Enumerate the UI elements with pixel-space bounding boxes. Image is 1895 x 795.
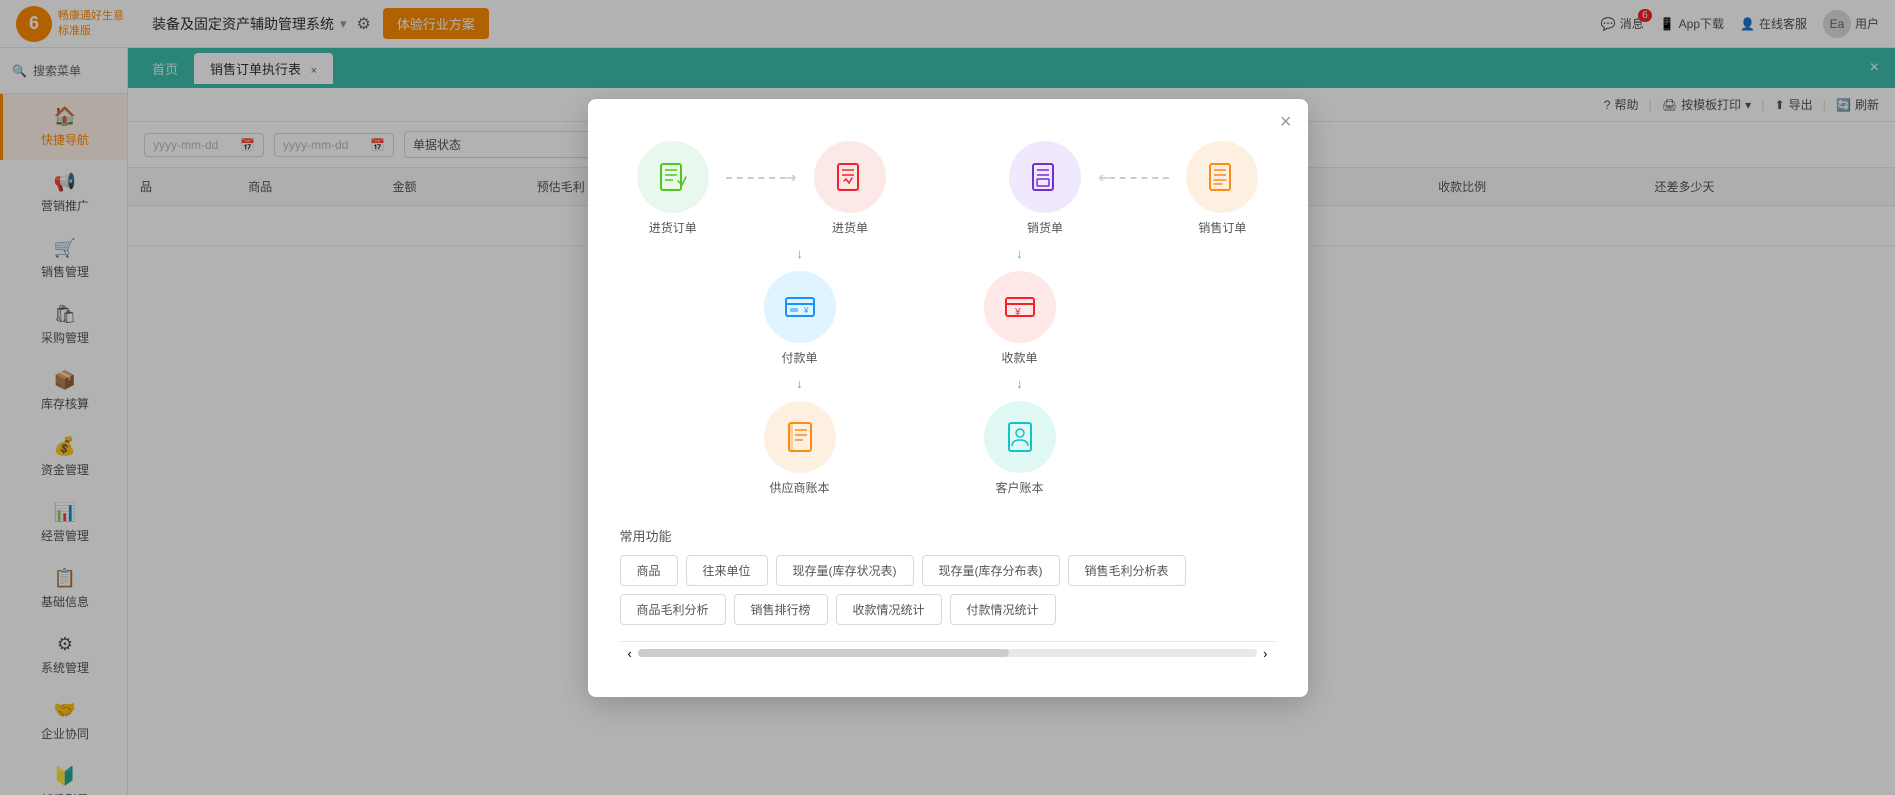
svg-text:¥: ¥	[803, 306, 809, 315]
func-buttons: 商品往来单位现存量(库存状况表) 现存量(库存分布表) 销售毛利分析表商品毛利分析销…	[620, 555, 1276, 625]
flow-row-3: 供应商账本 客户账本	[620, 391, 1276, 506]
purchase-bill-label: 进货单	[832, 219, 868, 236]
payment-label: 付款单	[781, 349, 817, 366]
func-btn-4[interactable]: 销售毛利分析表	[1068, 555, 1186, 586]
supplier-ledger-icon	[764, 401, 836, 473]
customer-ledger-label: 客户账本	[995, 479, 1043, 496]
flow-node-sale-bill[interactable]: 销货单	[992, 141, 1098, 236]
flow-node-purchase-bill[interactable]: 进货单	[797, 141, 903, 236]
receipt-label: 收款单	[1001, 349, 1037, 366]
func-btn-6[interactable]: 销售排行榜	[734, 594, 828, 625]
flow-row-2: ¥ 付款单 ¥	[620, 261, 1276, 376]
flow-diagram: 进货订单 ➔	[620, 131, 1276, 506]
func-btn-7[interactable]: 收款情况统计	[836, 594, 942, 625]
sale-order-label: 销售订单	[1198, 219, 1246, 236]
func-btn-3[interactable]: 现存量(库存分布表)	[922, 555, 1060, 586]
sale-bill-label: 销货单	[1027, 219, 1063, 236]
down-arrow-receipt: ↓	[1016, 376, 1023, 391]
func-btn-8[interactable]: 付款情况统计	[950, 594, 1056, 625]
scroll-track	[638, 649, 1257, 657]
purchase-bill-icon	[814, 141, 886, 213]
down-arrows-row: ↓ ↓	[620, 246, 1276, 261]
sale-bill-icon	[1009, 141, 1081, 213]
func-btn-1[interactable]: 往来单位	[686, 555, 768, 586]
arrow-2: ➔	[1098, 170, 1169, 186]
app-container: 6 畅康通好生意 标准版 装备及固定资产辅助管理系统 ▾ ⚙ 体验行业方案 💬 …	[0, 0, 1895, 795]
scroll-thumb[interactable]	[638, 649, 1010, 657]
flow-node-payment[interactable]: ¥ 付款单	[740, 271, 860, 366]
flow-node-purchase-order[interactable]: 进货订单	[620, 141, 726, 236]
func-btn-0[interactable]: 商品	[620, 555, 678, 586]
flow-node-sale-order[interactable]: 销售订单	[1169, 141, 1275, 236]
svg-text:¥: ¥	[1014, 307, 1021, 318]
common-functions: 常用功能 商品往来单位现存量(库存状况表)现存量(库存分布表)销售毛利分析表商品…	[620, 526, 1276, 625]
purchase-order-icon	[637, 141, 709, 213]
purchase-order-label: 进货订单	[649, 219, 697, 236]
modal: ×	[588, 99, 1308, 697]
supplier-ledger-label: 供应商账本	[769, 479, 829, 496]
down-arrow-payment: ↓	[796, 376, 803, 391]
flow-node-supplier-ledger[interactable]: 供应商账本	[740, 401, 860, 496]
func-btn-2[interactable]: 现存量(库存状况表)	[776, 555, 914, 586]
flow-row-1: 进货订单 ➔	[620, 131, 1276, 246]
modal-scrollbar[interactable]: ‹ ›	[620, 641, 1276, 665]
scroll-left-icon[interactable]: ‹	[628, 646, 632, 661]
common-funcs-title: 常用功能	[620, 526, 1276, 545]
flow-node-receipt[interactable]: ¥ 收款单	[960, 271, 1080, 366]
modal-close-button[interactable]: ×	[1280, 111, 1292, 134]
func-btn-5[interactable]: 商品毛利分析	[620, 594, 726, 625]
sale-order-icon	[1186, 141, 1258, 213]
receipt-icon: ¥	[984, 271, 1056, 343]
customer-ledger-icon	[984, 401, 1056, 473]
scroll-right-icon[interactable]: ›	[1263, 646, 1267, 661]
payment-icon: ¥	[764, 271, 836, 343]
down-arrow-sale: ↓	[1016, 246, 1023, 261]
flow-node-customer-ledger[interactable]: 客户账本	[960, 401, 1080, 496]
down-arrows-row2: ↓ ↓	[620, 376, 1276, 391]
arrow-1: ➔	[726, 170, 797, 186]
down-arrow-purchase: ↓	[796, 246, 803, 261]
modal-overlay[interactable]: ×	[0, 0, 1895, 795]
